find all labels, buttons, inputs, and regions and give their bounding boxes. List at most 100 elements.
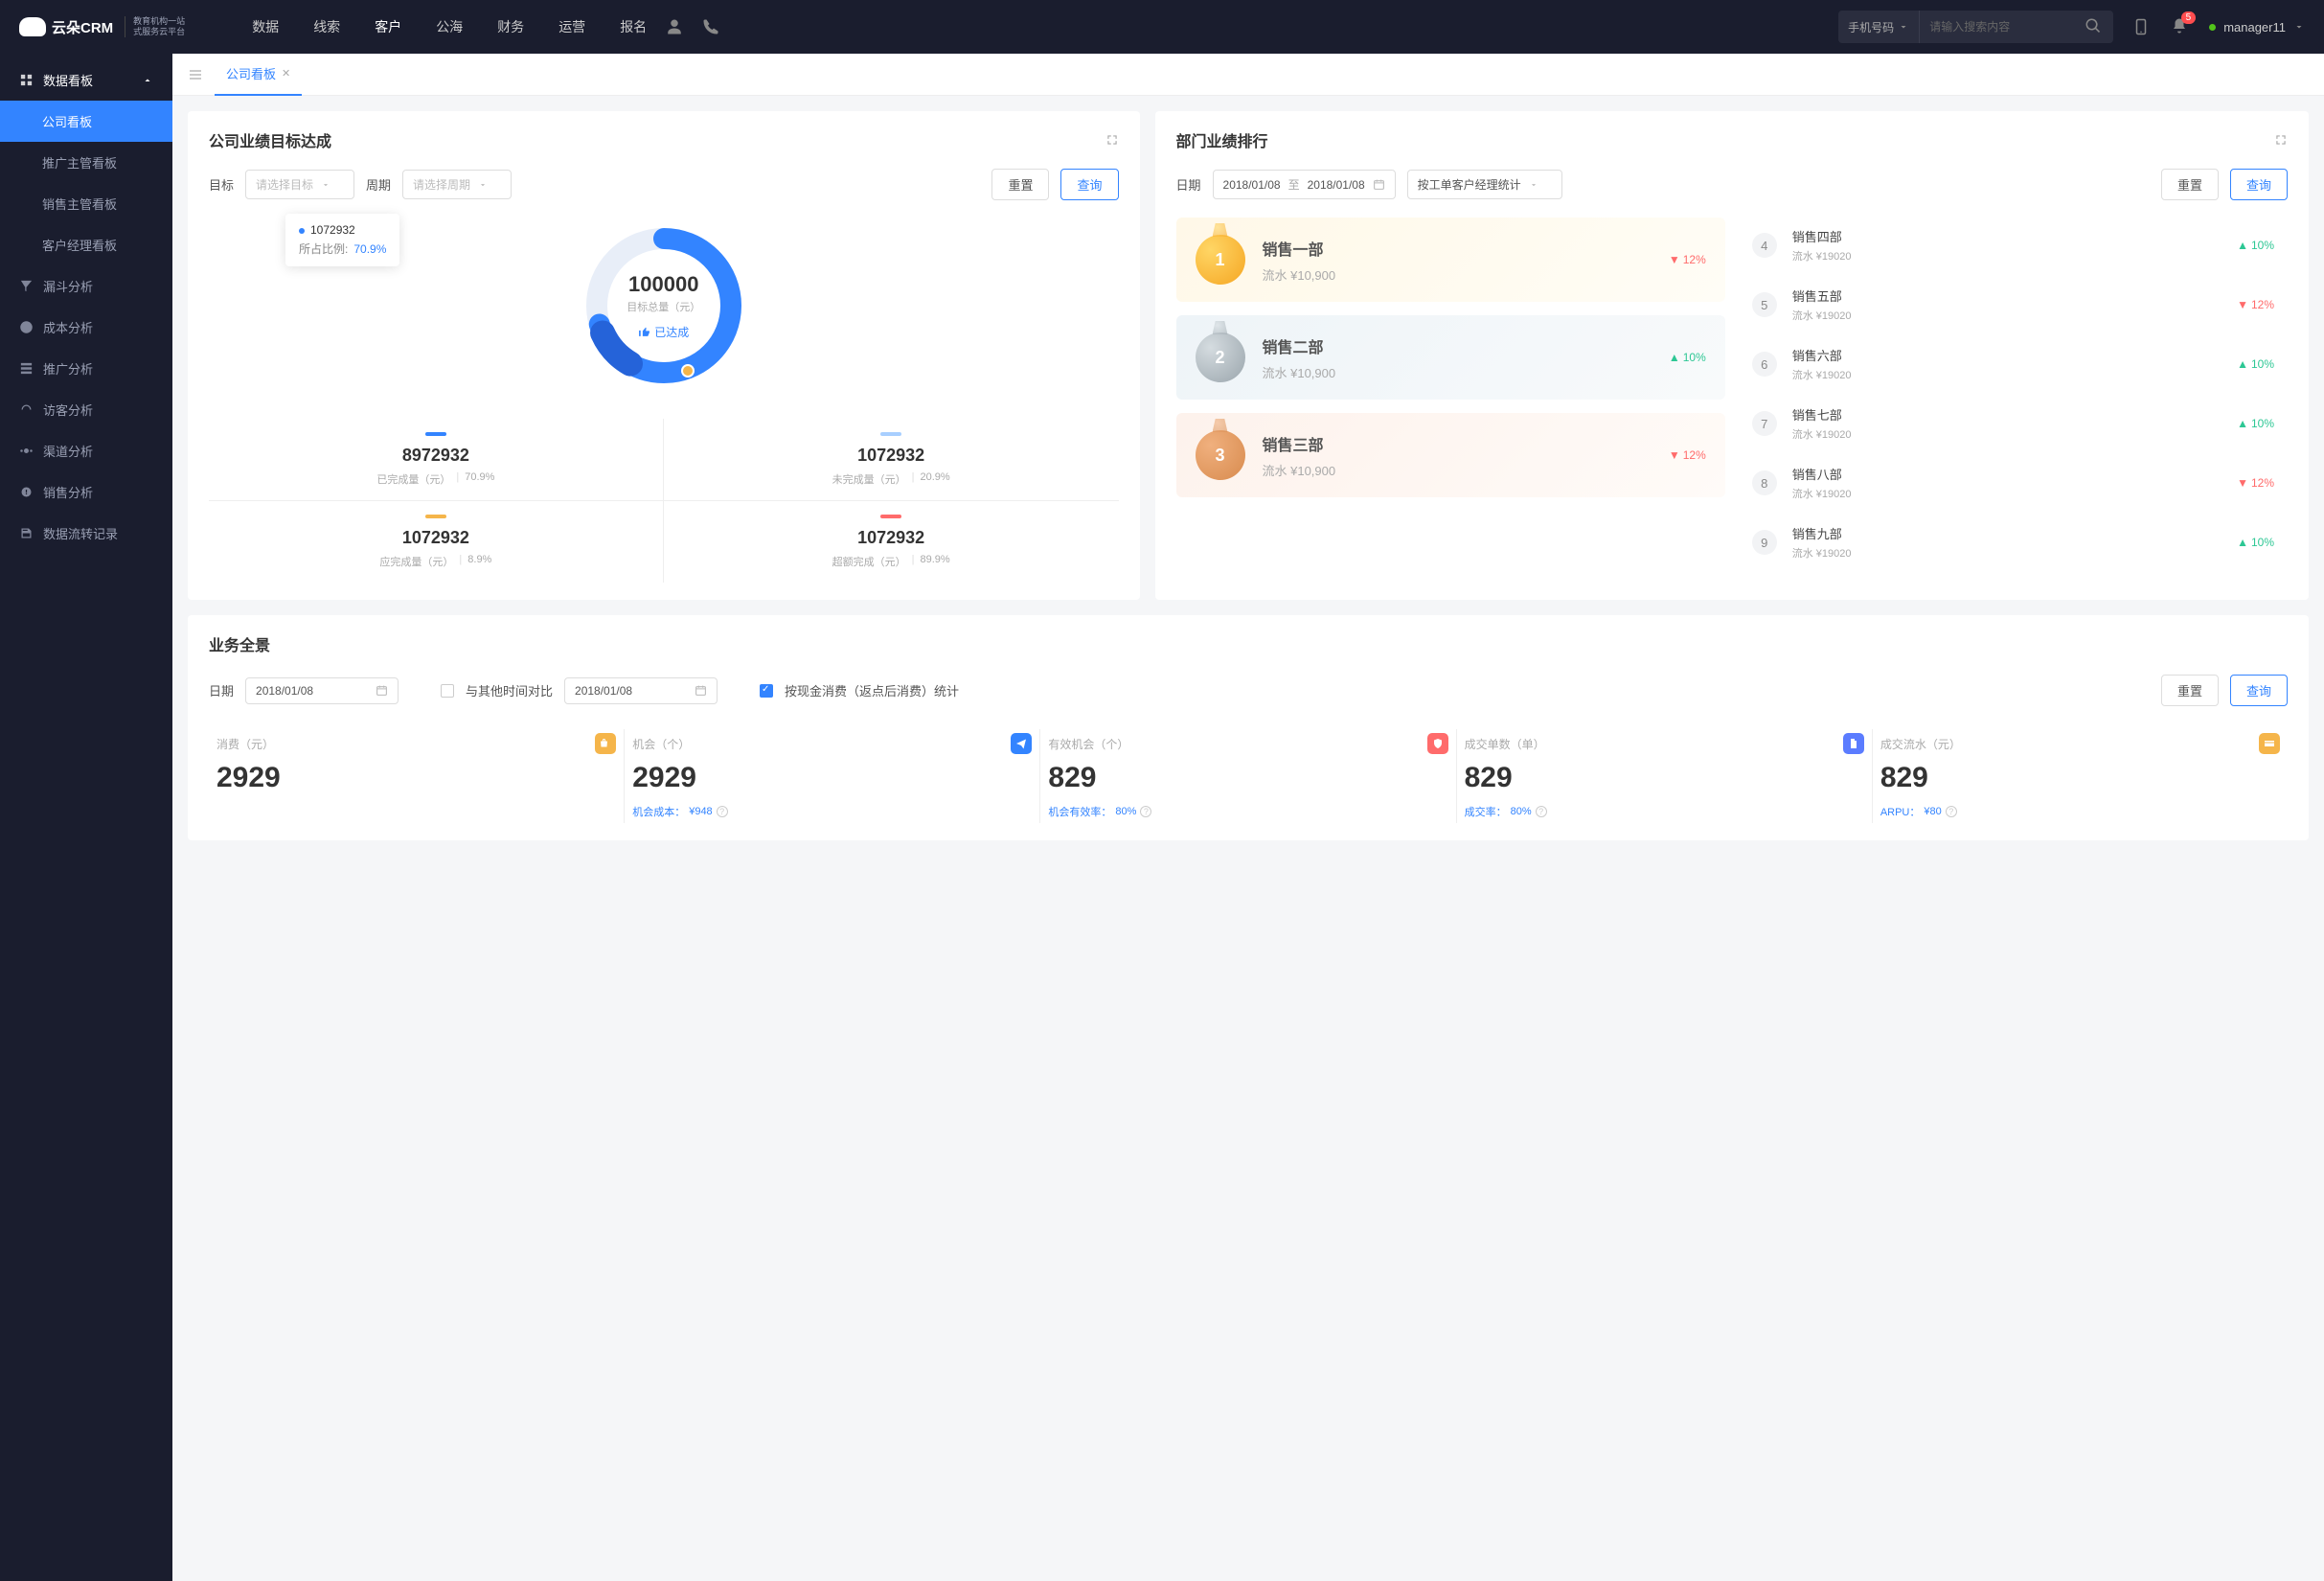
nav-aux-icons bbox=[666, 18, 719, 35]
rank-top-2: 2销售二部流水 ¥10,900▲10% bbox=[1176, 315, 1725, 400]
cash-checkbox[interactable] bbox=[760, 684, 773, 698]
nav-right: 5 manager11 bbox=[2132, 17, 2305, 37]
medal-icon: 1 bbox=[1196, 235, 1245, 285]
sidebar-item-3[interactable]: 访客分析 bbox=[0, 389, 172, 430]
rank-item-7: 7销售七部流水 ¥19020▲10% bbox=[1739, 396, 2288, 451]
stat-4: 成交流水（元）829ARPU：¥80? bbox=[1873, 729, 2288, 823]
sidebar-sub-0[interactable]: 公司看板 bbox=[0, 101, 172, 142]
sidebar: 数据看板 公司看板推广主管看板销售主管看板客户经理看板 漏斗分析成本分析推广分析… bbox=[0, 54, 172, 1581]
sidebar-item-icon bbox=[19, 279, 34, 293]
close-icon[interactable]: ✕ bbox=[282, 67, 290, 80]
sidebar-item-5[interactable]: 销售分析 bbox=[0, 471, 172, 513]
thumb-up-icon bbox=[638, 326, 650, 338]
stat-3: 成交单数（单）829成交率：80%? bbox=[1457, 729, 1873, 823]
nav-item-0[interactable]: 数据 bbox=[252, 17, 279, 36]
phone-icon[interactable] bbox=[702, 18, 719, 35]
target-label: 目标 bbox=[209, 175, 234, 194]
ranking-reset-button[interactable]: 重置 bbox=[2161, 169, 2219, 200]
metric-3: 1072932超额完成（元）|89.9% bbox=[664, 501, 1119, 583]
expand-icon[interactable] bbox=[1105, 133, 1119, 147]
metric-1: 1072932未完成量（元）|20.9% bbox=[664, 419, 1119, 501]
menu-icon[interactable] bbox=[188, 67, 203, 82]
nav-item-6[interactable]: 报名 bbox=[620, 17, 647, 36]
overview-date-input[interactable]: 2018/01/08 bbox=[245, 677, 399, 704]
stat-2: 有效机会（个）829机会有效率：80%? bbox=[1040, 729, 1456, 823]
logo-text: 云朵CRM bbox=[52, 17, 113, 37]
tab-company-board[interactable]: 公司看板 ✕ bbox=[215, 54, 302, 96]
user-icon[interactable] bbox=[666, 18, 683, 35]
period-label: 周期 bbox=[366, 175, 391, 194]
sidebar-item-0[interactable]: 漏斗分析 bbox=[0, 265, 172, 307]
rank-top-1: 1销售一部流水 ¥10,900▼12% bbox=[1176, 218, 1725, 302]
stat-0: 消费（元）2929 bbox=[209, 729, 625, 823]
stat-icon bbox=[2259, 733, 2280, 754]
stat-icon bbox=[1427, 733, 1448, 754]
sidebar-sub-3[interactable]: 客户经理看板 bbox=[0, 224, 172, 265]
chart-tooltip: 1072932 所占比例:70.9% bbox=[285, 214, 399, 266]
nav-items: 数据 线索 客户 公海 财务 运营 报名 bbox=[252, 17, 647, 36]
search-type-select[interactable]: 手机号码 bbox=[1838, 11, 1920, 43]
sidebar-item-4[interactable]: 渠道分析 bbox=[0, 430, 172, 471]
groupby-select[interactable]: 按工单客户经理统计 bbox=[1407, 170, 1562, 199]
main: 公司看板 ✕ 公司业绩目标达成 目标 请选择目标 周期 请选择周期 bbox=[172, 54, 2324, 1581]
rank-top-3: 3销售三部流水 ¥10,900▼12% bbox=[1176, 413, 1725, 497]
nav-item-1[interactable]: 线索 bbox=[313, 17, 340, 36]
nav-item-2[interactable]: 客户 bbox=[375, 17, 401, 36]
metric-2: 1072932应完成量（元）|8.9% bbox=[209, 501, 664, 583]
sidebar-sub-2[interactable]: 销售主管看板 bbox=[0, 183, 172, 224]
sidebar-item-2[interactable]: 推广分析 bbox=[0, 348, 172, 389]
search-button[interactable] bbox=[2073, 17, 2113, 37]
target-query-button[interactable]: 查询 bbox=[1060, 169, 1118, 200]
nav-item-3[interactable]: 公海 bbox=[436, 17, 463, 36]
calendar-icon bbox=[1373, 178, 1385, 191]
logo-subtitle: 教育机构一站式服务云平台 bbox=[125, 16, 185, 37]
donut-chart: 1072932 所占比例:70.9% 100000 bbox=[209, 219, 1119, 583]
donut-label: 目标总量（元） bbox=[627, 299, 700, 314]
sidebar-item-1[interactable]: 成本分析 bbox=[0, 307, 172, 348]
help-icon[interactable]: ? bbox=[1536, 806, 1547, 817]
search-box: 手机号码 bbox=[1838, 11, 2113, 43]
overview-date-label: 日期 bbox=[209, 681, 234, 699]
rank-item-5: 5销售五部流水 ¥19020▼12% bbox=[1739, 277, 2288, 332]
tabs-bar: 公司看板 ✕ bbox=[172, 54, 2324, 96]
nav-item-5[interactable]: 运营 bbox=[558, 17, 585, 36]
overview-reset-button[interactable]: 重置 bbox=[2161, 675, 2219, 706]
achieved-tag: 已达成 bbox=[638, 324, 689, 340]
expand-icon[interactable] bbox=[2274, 133, 2288, 147]
top-nav: 云朵CRM 教育机构一站式服务云平台 数据 线索 客户 公海 财务 运营 报名 手机号码 5… bbox=[0, 0, 2324, 54]
sidebar-item-6[interactable]: 数据流转记录 bbox=[0, 513, 172, 554]
compare-date-input[interactable]: 2018/01/08 bbox=[564, 677, 718, 704]
target-reset-button[interactable]: 重置 bbox=[991, 169, 1049, 200]
metric-0: 8972932已完成量（元）|70.9% bbox=[209, 419, 664, 501]
overview-query-button[interactable]: 查询 bbox=[2230, 675, 2288, 706]
sidebar-sub-1[interactable]: 推广主管看板 bbox=[0, 142, 172, 183]
period-select[interactable]: 请选择周期 bbox=[402, 170, 512, 199]
compare-checkbox[interactable] bbox=[441, 684, 454, 698]
rank-item-9: 9销售九部流水 ¥19020▲10% bbox=[1739, 515, 2288, 570]
calendar-icon bbox=[376, 684, 388, 697]
sidebar-item-icon bbox=[19, 444, 34, 458]
nav-item-4[interactable]: 财务 bbox=[497, 17, 524, 36]
target-select[interactable]: 请选择目标 bbox=[245, 170, 354, 199]
help-icon[interactable]: ? bbox=[717, 806, 728, 817]
cash-label: 按现金消费（返点后消费）统计 bbox=[785, 681, 959, 699]
date-range-input[interactable]: 2018/01/08 至 2018/01/08 bbox=[1213, 170, 1396, 199]
donut-value: 100000 bbox=[628, 272, 698, 297]
target-card: 公司业绩目标达成 目标 请选择目标 周期 请选择周期 重置 查询 1072932 bbox=[188, 111, 1140, 600]
search-input[interactable] bbox=[1920, 20, 2073, 34]
notification-button[interactable]: 5 bbox=[2171, 17, 2188, 37]
help-icon[interactable]: ? bbox=[1140, 806, 1151, 817]
help-icon[interactable]: ? bbox=[1946, 806, 1957, 817]
medal-icon: 3 bbox=[1196, 430, 1245, 480]
target-card-title: 公司业绩目标达成 bbox=[209, 128, 331, 151]
ranking-card: 部门业绩排行 日期 2018/01/08 至 2018/01/08 按工单客户经… bbox=[1155, 111, 2310, 600]
user-menu[interactable]: manager11 bbox=[2209, 20, 2305, 34]
date-label: 日期 bbox=[1176, 175, 1201, 194]
sidebar-section-dashboard[interactable]: 数据看板 bbox=[0, 59, 172, 101]
ranking-query-button[interactable]: 查询 bbox=[2230, 169, 2288, 200]
overview-card: 业务全景 日期 2018/01/08 与其他时间对比 2018/01/08 bbox=[188, 615, 2309, 840]
rank-item-6: 6销售六部流水 ¥19020▲10% bbox=[1739, 336, 2288, 392]
sidebar-item-icon bbox=[19, 485, 34, 499]
device-icon[interactable] bbox=[2132, 18, 2150, 35]
overview-title: 业务全景 bbox=[209, 632, 2288, 655]
